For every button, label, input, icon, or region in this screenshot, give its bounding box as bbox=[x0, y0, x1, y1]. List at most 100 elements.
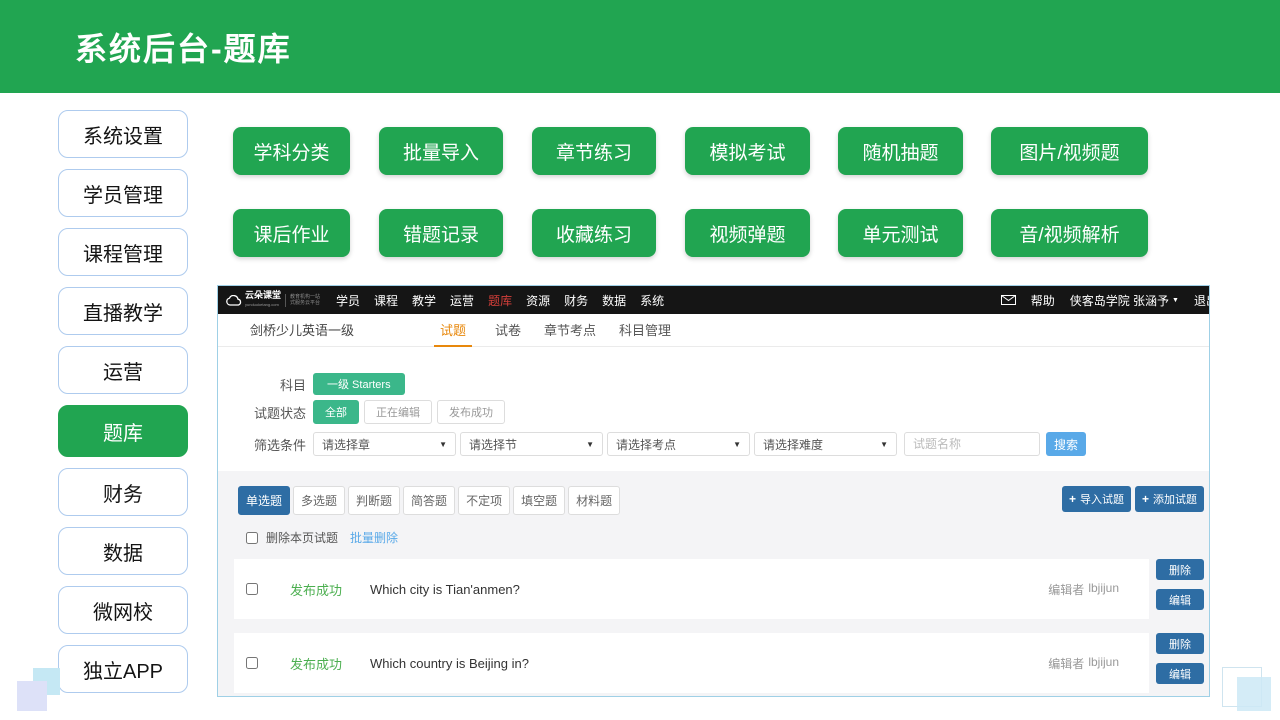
account-menu[interactable]: 侠客岛学院 张涵予 ▼ bbox=[1070, 292, 1179, 309]
caret-down-icon: ▼ bbox=[880, 440, 888, 449]
caret-down-icon: ▼ bbox=[586, 440, 594, 449]
question-status: 发布成功 bbox=[290, 654, 342, 673]
question-checkbox[interactable] bbox=[246, 583, 258, 595]
sidebar-item-standalone-app[interactable]: 独立APP bbox=[58, 645, 188, 693]
feature-random-selection[interactable]: 随机抽题 bbox=[838, 127, 963, 175]
nav-question-bank[interactable]: 题库 bbox=[488, 292, 512, 309]
point-select[interactable]: 请选择考点 ▼ bbox=[607, 432, 750, 456]
feature-batch-import[interactable]: 批量导入 bbox=[379, 127, 503, 175]
import-questions-button[interactable]: + 导入试题 bbox=[1062, 486, 1131, 512]
question-list-area: 单选题 多选题 判断题 简答题 不定项 填空题 材料题 + 导入试题 + 添加试… bbox=[218, 471, 1209, 696]
search-button[interactable]: 搜索 bbox=[1046, 432, 1086, 456]
question-name-input[interactable] bbox=[904, 432, 1040, 456]
sidebar: 系统设置 学员管理 课程管理 直播教学 运营 题库 财务 数据 微网校 独立AP… bbox=[58, 110, 188, 693]
mail-icon[interactable] bbox=[1001, 295, 1016, 305]
logo-divider bbox=[285, 294, 286, 307]
sidebar-item-data[interactable]: 数据 bbox=[58, 527, 188, 575]
brand-tagline-2: 式服务云平台 bbox=[290, 300, 320, 306]
batch-delete-link[interactable]: 批量删除 bbox=[350, 529, 398, 546]
condition-label: 筛选条件 bbox=[248, 435, 306, 454]
brand-url: yunduoketang.com bbox=[245, 300, 281, 309]
nav-courses[interactable]: 课程 bbox=[374, 292, 398, 309]
sidebar-item-operations[interactable]: 运营 bbox=[58, 346, 188, 394]
type-material[interactable]: 材料题 bbox=[568, 486, 620, 515]
delete-page-label: 删除本页试题 bbox=[266, 529, 338, 546]
page-header: 系统后台-题库 bbox=[0, 0, 1280, 93]
caret-down-icon: ▼ bbox=[439, 440, 447, 449]
course-title: 剑桥少儿英语一级 bbox=[250, 314, 354, 347]
question-checkbox[interactable] bbox=[246, 657, 258, 669]
add-question-button[interactable]: + 添加试题 bbox=[1135, 486, 1204, 512]
plus-icon: + bbox=[1069, 492, 1076, 506]
feature-audio-video-analysis[interactable]: 音/视频解析 bbox=[991, 209, 1148, 257]
feature-wrong-question-record[interactable]: 错题记录 bbox=[379, 209, 503, 257]
caret-down-icon: ▼ bbox=[733, 440, 741, 449]
filter-row-status: 试题状态 全部 正在编辑 发布成功 bbox=[218, 402, 505, 422]
delete-question-button[interactable]: 删除 bbox=[1156, 633, 1204, 654]
sidebar-item-system-settings[interactable]: 系统设置 bbox=[58, 110, 188, 158]
sidebar-item-live-teaching[interactable]: 直播教学 bbox=[58, 287, 188, 335]
edit-question-button[interactable]: 编辑 bbox=[1156, 589, 1204, 610]
decor-square bbox=[17, 681, 47, 711]
select-all-checkbox[interactable] bbox=[246, 532, 258, 544]
question-row: 发布成功 Which country is Beijing in? 编辑者 lb… bbox=[234, 633, 1149, 693]
nav-operations[interactable]: 运营 bbox=[450, 292, 474, 309]
section-select[interactable]: 请选择节 ▼ bbox=[460, 432, 603, 456]
feature-grid: 学科分类 批量导入 章节练习 模拟考试 随机抽题 图片/视频题 课后作业 错题记… bbox=[233, 127, 1163, 257]
nav-resources[interactable]: 资源 bbox=[526, 292, 550, 309]
sidebar-item-question-bank[interactable]: 题库 bbox=[58, 405, 188, 457]
nav-data[interactable]: 数据 bbox=[602, 292, 626, 309]
type-short-answer[interactable]: 简答题 bbox=[403, 486, 455, 515]
edit-question-button[interactable]: 编辑 bbox=[1156, 663, 1204, 684]
status-published-button[interactable]: 发布成功 bbox=[437, 400, 505, 424]
brand-title: 云朵课堂 bbox=[245, 291, 281, 300]
type-single-choice[interactable]: 单选题 bbox=[238, 486, 290, 515]
type-indefinite[interactable]: 不定项 bbox=[458, 486, 510, 515]
sidebar-item-finance[interactable]: 财务 bbox=[58, 468, 188, 516]
feature-mock-exam[interactable]: 模拟考试 bbox=[685, 127, 810, 175]
feature-favorites-practice[interactable]: 收藏练习 bbox=[532, 209, 656, 257]
nav-finance[interactable]: 财务 bbox=[564, 292, 588, 309]
help-link[interactable]: 帮助 bbox=[1031, 292, 1055, 309]
difficulty-select[interactable]: 请选择难度 ▼ bbox=[754, 432, 897, 456]
sidebar-item-course-management[interactable]: 课程管理 bbox=[58, 228, 188, 276]
nav-system[interactable]: 系统 bbox=[640, 292, 664, 309]
sidebar-item-student-management[interactable]: 学员管理 bbox=[58, 169, 188, 217]
type-true-false[interactable]: 判断题 bbox=[348, 486, 400, 515]
subject-label: 科目 bbox=[248, 375, 306, 394]
nav-students[interactable]: 学员 bbox=[336, 292, 360, 309]
feature-subject-category[interactable]: 学科分类 bbox=[233, 127, 350, 175]
tab-papers[interactable]: 试卷 bbox=[495, 314, 521, 347]
sidebar-item-micro-school[interactable]: 微网校 bbox=[58, 586, 188, 634]
logout-link[interactable]: 退出 bbox=[1194, 292, 1210, 309]
feature-chapter-practice[interactable]: 章节练习 bbox=[532, 127, 656, 175]
question-text: Which city is Tian'anmen? bbox=[370, 582, 520, 597]
bulk-actions-row: 删除本页试题 批量删除 bbox=[246, 529, 398, 546]
admin-nav-right: 帮助 侠客岛学院 张涵予 ▼ 退出 bbox=[1001, 292, 1210, 309]
tab-subject-management[interactable]: 科目管理 bbox=[619, 314, 671, 347]
type-fill-blank[interactable]: 填空题 bbox=[513, 486, 565, 515]
plus-icon: + bbox=[1142, 492, 1149, 506]
account-caret-icon: ▼ bbox=[1172, 297, 1179, 304]
tab-questions[interactable]: 试题 bbox=[434, 314, 472, 347]
type-multiple-choice[interactable]: 多选题 bbox=[293, 486, 345, 515]
nav-teaching[interactable]: 教学 bbox=[412, 292, 436, 309]
question-row: 发布成功 Which city is Tian'anmen? 编辑者 lbjij… bbox=[234, 559, 1149, 619]
feature-unit-test[interactable]: 单元测试 bbox=[838, 209, 963, 257]
status-label: 试题状态 bbox=[248, 403, 306, 422]
feature-image-video-questions[interactable]: 图片/视频题 bbox=[991, 127, 1148, 175]
question-text: Which country is Beijing in? bbox=[370, 656, 529, 671]
tab-chapter-points[interactable]: 章节考点 bbox=[544, 314, 596, 347]
question-status: 发布成功 bbox=[290, 580, 342, 599]
brand-logo: 云朵课堂 yunduoketang.com 教育机构一站 式服务云平台 bbox=[218, 291, 328, 309]
feature-homework[interactable]: 课后作业 bbox=[233, 209, 350, 257]
feature-video-popup-questions[interactable]: 视频弹题 bbox=[685, 209, 810, 257]
admin-nav-menu: 学员 课程 教学 运营 题库 资源 财务 数据 系统 bbox=[336, 292, 664, 309]
chapter-select[interactable]: 请选择章 ▼ bbox=[313, 432, 456, 456]
subject-tag[interactable]: 一级 Starters bbox=[313, 373, 405, 395]
status-all-button[interactable]: 全部 bbox=[313, 400, 359, 424]
delete-question-button[interactable]: 删除 bbox=[1156, 559, 1204, 580]
admin-navbar: 云朵课堂 yunduoketang.com 教育机构一站 式服务云平台 学员 课… bbox=[218, 286, 1209, 314]
admin-screenshot-panel: 云朵课堂 yunduoketang.com 教育机构一站 式服务云平台 学员 课… bbox=[217, 285, 1210, 697]
status-editing-button[interactable]: 正在编辑 bbox=[364, 400, 432, 424]
